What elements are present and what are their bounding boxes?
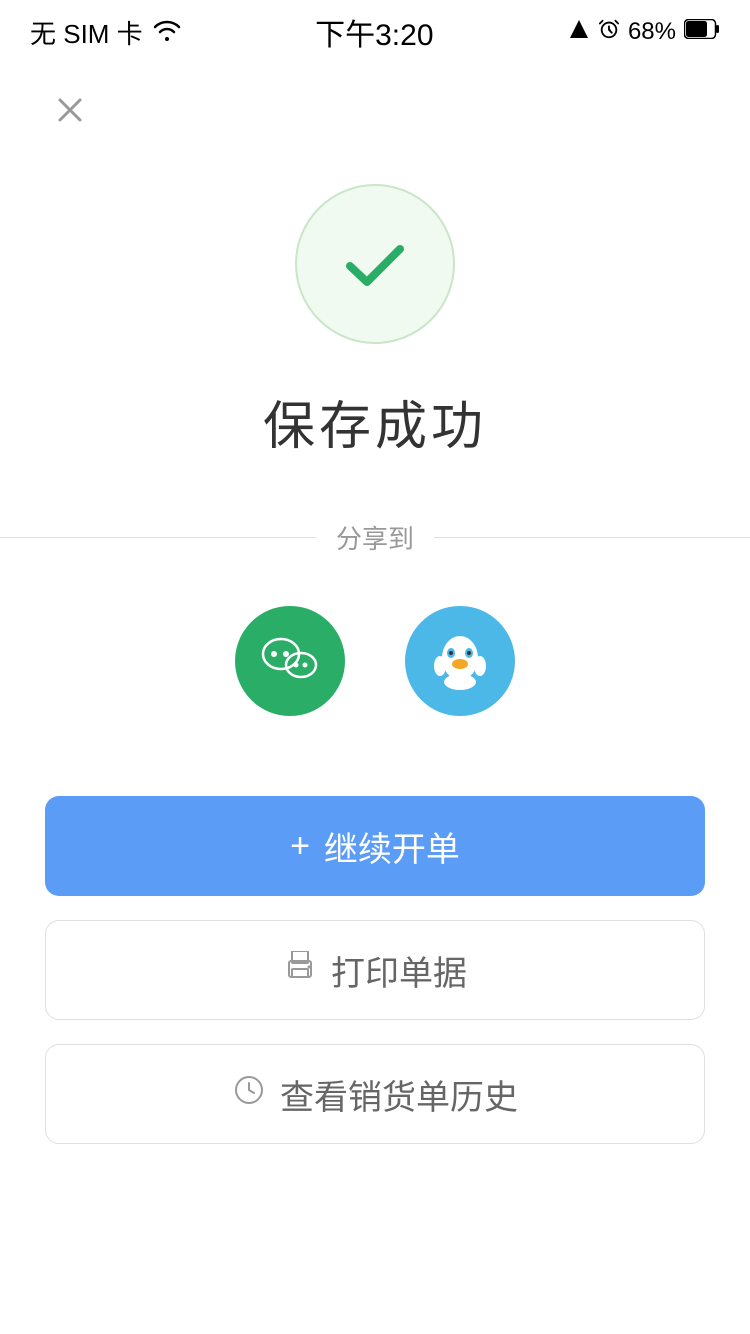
share-label: 分享到 [316, 519, 434, 556]
status-bar: 无 SIM 卡 下午3:20 68% [0, 0, 750, 64]
main-content: 保存成功 分享到 [0, 64, 750, 1144]
status-left: 无 SIM 卡 [30, 14, 181, 51]
alarm-icon [598, 18, 620, 47]
print-button[interactable]: 打印单据 [45, 920, 705, 1020]
status-time: 下午3:20 [315, 10, 433, 54]
battery-percent: 68% [628, 18, 676, 46]
continue-button[interactable]: + 继续开单 [45, 796, 705, 896]
plus-icon: + [290, 827, 310, 866]
history-label: 查看销货单历史 [280, 1070, 518, 1119]
print-icon [283, 951, 317, 990]
status-right: 68% [568, 18, 720, 47]
print-label: 打印单据 [331, 946, 467, 995]
battery-icon [684, 18, 720, 46]
success-icon-circle [295, 184, 455, 344]
history-button[interactable]: 查看销货单历史 [45, 1044, 705, 1144]
close-button[interactable] [40, 80, 100, 140]
location-icon [568, 18, 590, 47]
continue-label: 继续开单 [324, 822, 460, 871]
qq-share-button[interactable] [405, 606, 515, 716]
share-section: 分享到 [0, 519, 750, 556]
history-icon [232, 1073, 266, 1116]
success-title: 保存成功 [263, 384, 487, 459]
signal-text: 无 SIM 卡 [30, 14, 143, 51]
wifi-icon [153, 17, 181, 48]
share-icons-group [235, 606, 515, 716]
wechat-share-button[interactable] [235, 606, 345, 716]
action-buttons: + 继续开单 打印单据 查看销货单历史 [45, 796, 705, 1144]
